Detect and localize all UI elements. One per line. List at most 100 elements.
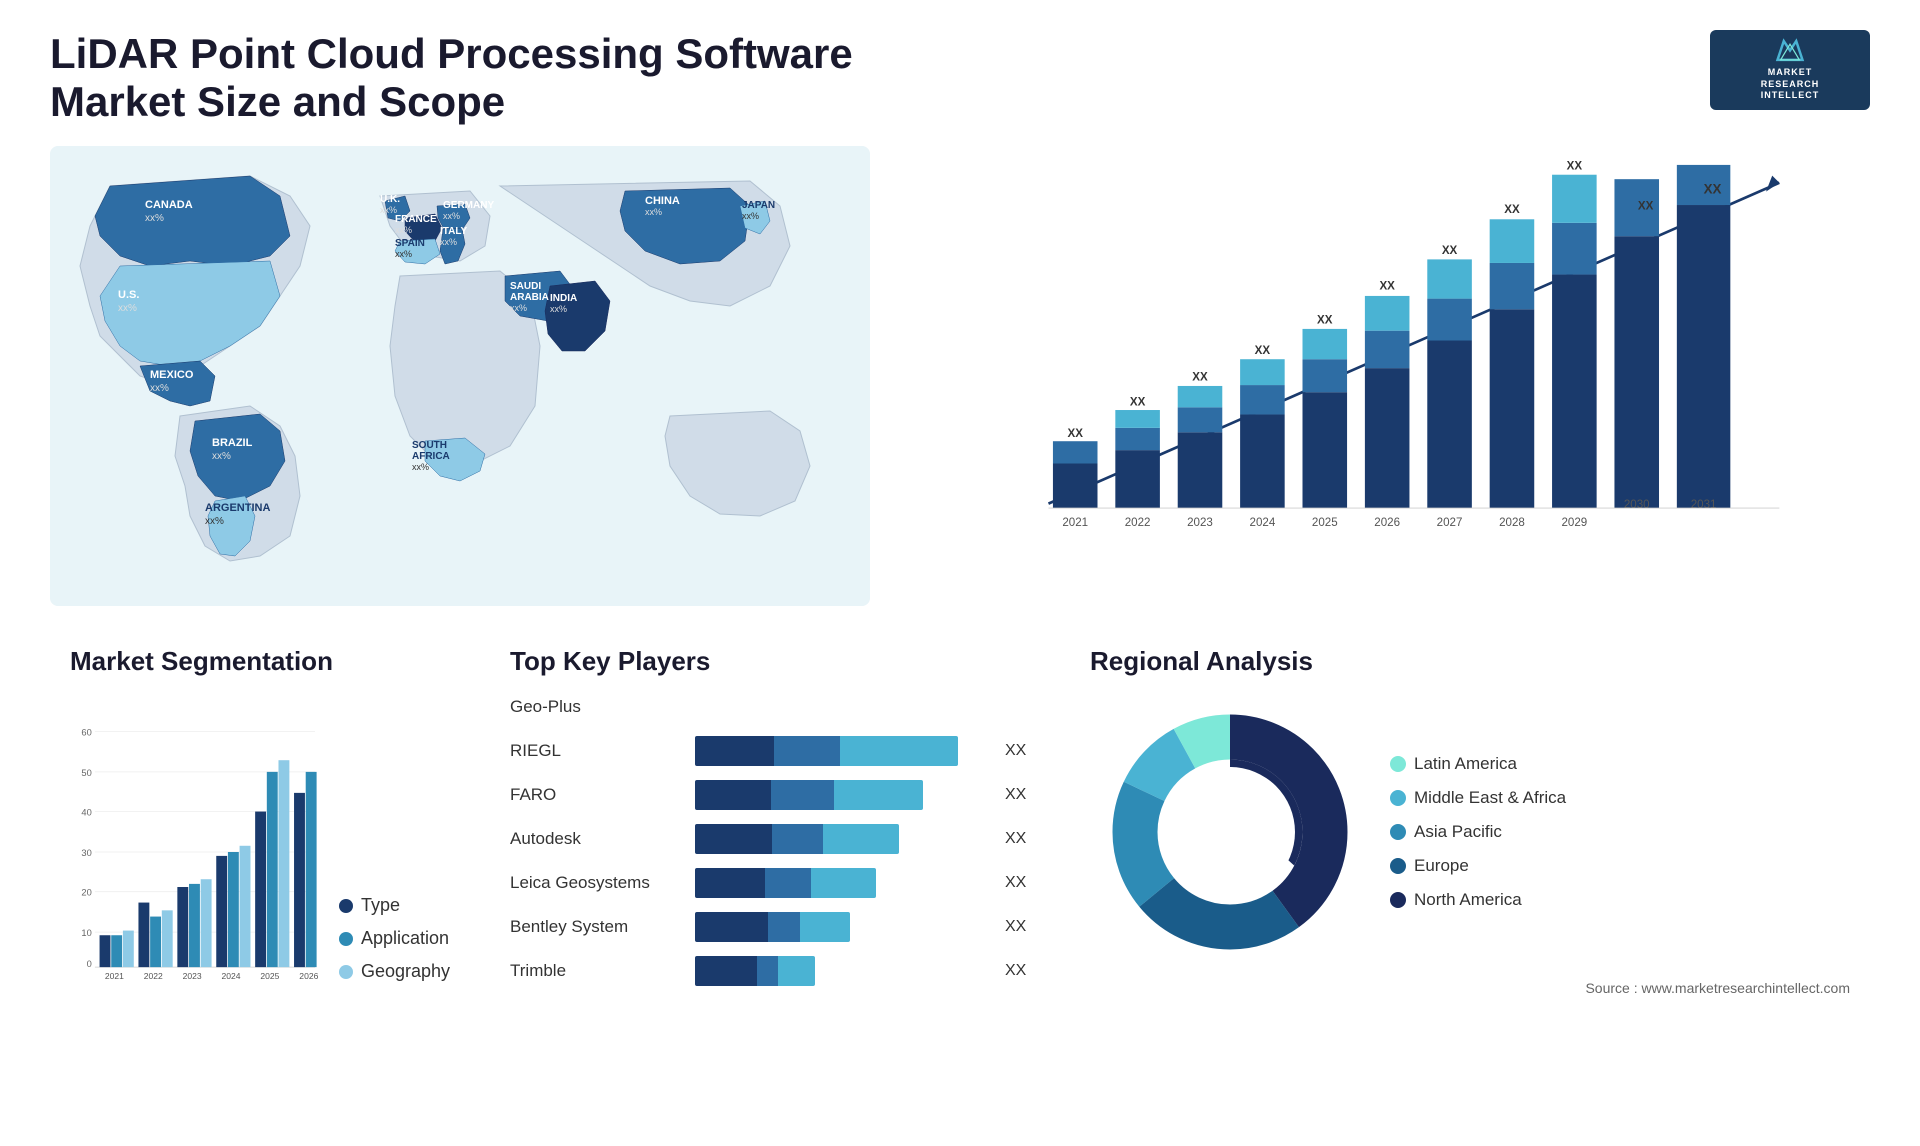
map-label-china: CHINA: [645, 195, 680, 207]
map-label-us: U.S.: [118, 289, 139, 301]
reg-dot-asiapacific: [1390, 824, 1406, 840]
reg-legend-latinamerica: Latin America: [1390, 754, 1566, 774]
logo-box: MARKET RESEARCH INTELLECT: [1710, 30, 1870, 110]
svg-text:XX: XX: [1504, 204, 1520, 216]
svg-text:xx%: xx%: [205, 516, 224, 527]
map-svg: CANADA xx% U.S. xx% MEXICO xx% BRAZIL xx…: [50, 146, 870, 606]
svg-text:2023: 2023: [1187, 517, 1213, 529]
bottom-section: Market Segmentation 60 50 40 30 20 10 0: [50, 636, 1870, 1086]
player-row-trimble: Trimble XX: [510, 956, 1030, 986]
map-label-spain: SPAIN: [395, 238, 425, 249]
player-bar-leica: [695, 868, 987, 898]
player-row-riegl: RIEGL XX: [510, 736, 1030, 766]
svg-text:XX: XX: [1704, 181, 1722, 196]
reg-legend-europe: Europe: [1390, 856, 1566, 876]
donut-wrapper: Latin America Middle East & Africa Asia …: [1090, 692, 1850, 972]
legend-label-application: Application: [361, 928, 449, 949]
player-bar-bentley: [695, 912, 987, 942]
growth-chart: XX 2021 XX 2022 XX 2023 XX 2024: [900, 146, 1870, 606]
regional-title: Regional Analysis: [1090, 646, 1850, 677]
svg-text:2030: 2030: [1624, 499, 1650, 511]
svg-text:xx%: xx%: [395, 249, 412, 259]
players-area: Top Key Players Geo-Plus RIEGL: [490, 636, 1050, 1086]
legend-label-geography: Geography: [361, 961, 450, 982]
svg-text:XX: XX: [1567, 160, 1583, 172]
svg-text:2024: 2024: [1250, 517, 1276, 529]
top-section: CANADA xx% U.S. xx% MEXICO xx% BRAZIL xx…: [50, 146, 1870, 606]
svg-text:XX: XX: [1379, 281, 1395, 293]
svg-text:xx%: xx%: [212, 451, 231, 462]
player-row-leica: Leica Geosystems XX: [510, 868, 1030, 898]
logo-icon: [1770, 38, 1810, 63]
svg-text:2022: 2022: [1125, 517, 1151, 529]
player-name-geoplus: Geo-Plus: [510, 697, 685, 717]
map-label-mexico: MEXICO: [150, 369, 194, 381]
svg-text:2025: 2025: [260, 971, 279, 981]
legend-dot-geography: [339, 965, 353, 979]
svg-text:2026: 2026: [299, 971, 318, 981]
player-row-geoplus: Geo-Plus: [510, 692, 1030, 722]
svg-text:xx%: xx%: [550, 304, 567, 314]
player-row-autodesk: Autodesk XX: [510, 824, 1030, 854]
reg-dot-latinamerica: [1390, 756, 1406, 772]
svg-text:20: 20: [81, 888, 91, 898]
svg-text:xx%: xx%: [145, 213, 164, 224]
reg-label-mea: Middle East & Africa: [1414, 788, 1566, 808]
player-bar-riegl: [695, 736, 987, 766]
svg-text:10: 10: [81, 928, 91, 938]
player-bar-geoplus: [695, 692, 987, 722]
svg-text:2029: 2029: [1561, 517, 1587, 529]
svg-text:XX: XX: [1255, 345, 1271, 357]
svg-text:xx%: xx%: [118, 303, 137, 314]
svg-text:xx%: xx%: [412, 462, 429, 472]
legend-geography: Geography: [339, 961, 450, 982]
seg-chart-wrapper: 60 50 40 30 20 10 0: [70, 692, 450, 1012]
svg-text:xx%: xx%: [150, 383, 169, 394]
svg-text:XX: XX: [1442, 245, 1458, 257]
map-label-france: FRANCE: [395, 214, 437, 225]
regional-area: Regional Analysis: [1070, 636, 1870, 1086]
svg-text:XX: XX: [1317, 315, 1333, 327]
header: LiDAR Point Cloud Processing Software Ma…: [50, 30, 1870, 126]
legend-dot-application: [339, 932, 353, 946]
player-bar-faro: [695, 780, 987, 810]
player-name-faro: FARO: [510, 785, 685, 805]
legend-label-type: Type: [361, 895, 400, 916]
segmentation-area: Market Segmentation 60 50 40 30 20 10 0: [50, 636, 470, 1086]
map-label-italy: ITALY: [440, 226, 468, 237]
reg-dot-northamerica: [1390, 892, 1406, 908]
svg-text:2025: 2025: [1312, 517, 1338, 529]
reg-dot-mea: [1390, 790, 1406, 806]
map-label-brazil: BRAZIL: [212, 437, 253, 449]
map-label-canada: CANADA: [145, 199, 193, 211]
reg-label-latinamerica: Latin America: [1414, 754, 1517, 774]
svg-text:40: 40: [81, 807, 91, 817]
svg-text:AFRICA: AFRICA: [412, 451, 450, 462]
player-name-leica: Leica Geosystems: [510, 873, 685, 893]
svg-text:xx%: xx%: [742, 211, 759, 221]
svg-text:xx%: xx%: [443, 211, 460, 221]
reg-legend-northamerica: North America: [1390, 890, 1566, 910]
page: LiDAR Point Cloud Processing Software Ma…: [0, 0, 1920, 1146]
seg-chart: 60 50 40 30 20 10 0: [70, 692, 319, 1012]
growth-chart-svg: XX 2021 XX 2022 XX 2023 XX 2024: [960, 156, 1850, 566]
svg-text:2026: 2026: [1374, 517, 1400, 529]
map-label-argentina: ARGENTINA: [205, 502, 270, 514]
svg-text:2027: 2027: [1437, 517, 1463, 529]
source-text: Source : www.marketresearchintellect.com: [1090, 980, 1850, 996]
svg-text:ARABIA: ARABIA: [510, 292, 549, 303]
logo-area: MARKET RESEARCH INTELLECT: [1710, 30, 1870, 110]
players-title: Top Key Players: [510, 646, 1030, 677]
svg-text:30: 30: [81, 848, 91, 858]
player-name-trimble: Trimble: [510, 961, 685, 981]
legend-type: Type: [339, 895, 450, 916]
svg-text:50: 50: [81, 768, 91, 778]
svg-text:2022: 2022: [144, 971, 163, 981]
map-label-saudi: SAUDI: [510, 281, 541, 292]
seg-legend: Type Application Geography: [339, 895, 450, 1012]
reg-legend-mea: Middle East & Africa: [1390, 788, 1566, 808]
map-label-uk: U.K.: [380, 194, 400, 205]
svg-text:XX: XX: [1130, 397, 1146, 409]
player-row-bentley: Bentley System XX: [510, 912, 1030, 942]
player-bar-autodesk: [695, 824, 987, 854]
